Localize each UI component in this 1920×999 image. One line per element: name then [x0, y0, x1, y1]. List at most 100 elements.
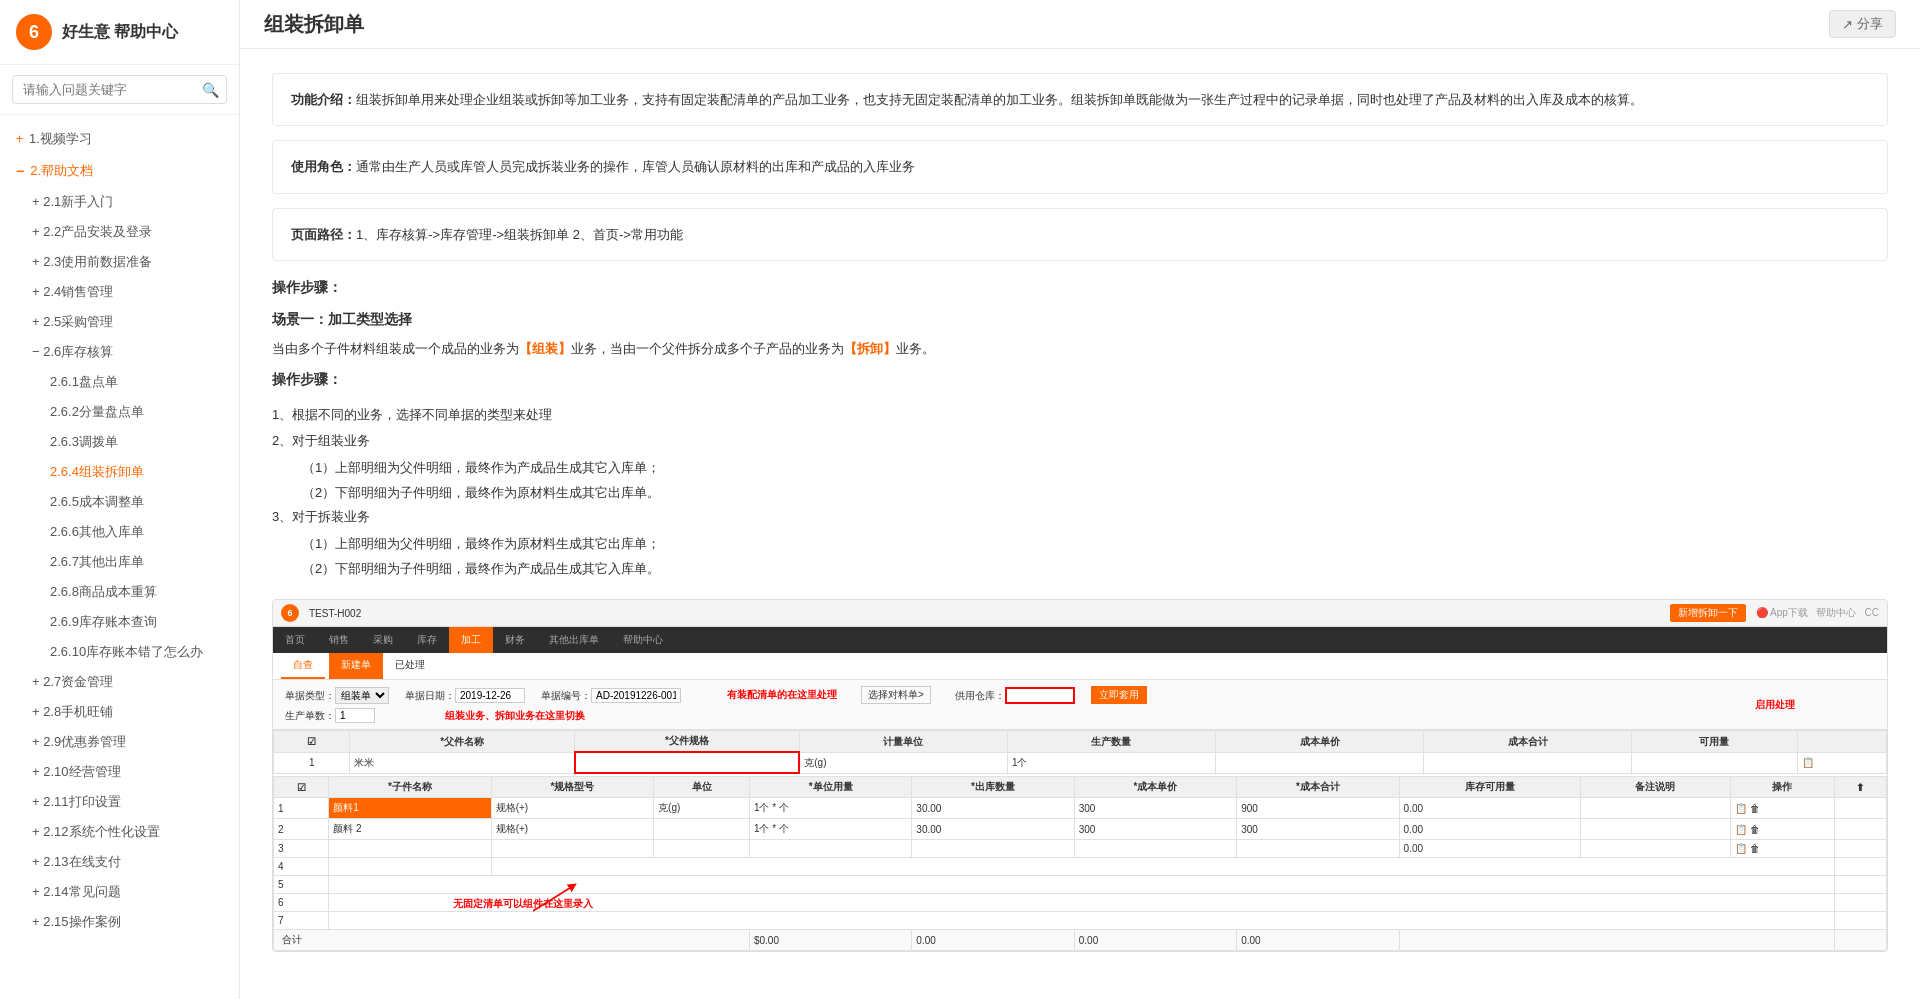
sidebar-item-docs-261[interactable]: 2.6.1盘点单 — [0, 367, 239, 397]
mock-nav-finance[interactable]: 财务 — [493, 627, 537, 653]
cell-qty1: 1个 — [1007, 752, 1215, 773]
highlight-disassemble: 【拆卸】 — [844, 341, 896, 356]
mock-appbar: 6 TEST-H002 新增拆卸一下 🔴 App下载 帮助中心 CC — [273, 600, 1887, 627]
page-title: 组装拆卸单 — [264, 11, 364, 38]
lrow2-ctotal: 300 — [1237, 819, 1399, 840]
mock-field-docnum: 单据编号： — [541, 688, 681, 703]
ops-title: 操作步骤： — [272, 279, 1888, 297]
sidebar-item-docs-265[interactable]: 2.6.5成本调整单 — [0, 487, 239, 517]
mock-nav-purchase[interactable]: 采购 — [361, 627, 405, 653]
sidebar-item-docs-214[interactable]: + 2.14常见问题 — [0, 877, 239, 907]
lrow1-avail: 0.00 — [1399, 798, 1580, 819]
search-input[interactable] — [12, 75, 227, 104]
lcol-ops: 操作 — [1731, 777, 1835, 798]
sidebar-item-docs-21[interactable]: + 2.1新手入门 — [0, 187, 239, 217]
sidebar-item-docs-25[interactable]: + 2.5采购管理 — [0, 307, 239, 337]
mock-lower-thead: ☑ *子件名称 *规格型号 单位 *单位用量 *出库数量 *成本单价 *成本合计… — [274, 777, 1887, 798]
mock-apply-btn[interactable]: 立即套用 — [1091, 686, 1147, 704]
sidebar-item-docs-2610[interactable]: 2.6.10库存账本错了怎么办 — [0, 637, 239, 667]
mock-nav-process[interactable]: 加工 — [449, 627, 493, 653]
annot-text-1: 有装配清单的在这里处理 — [727, 688, 837, 702]
mock-select-doctype[interactable]: 组装单 — [335, 687, 389, 704]
expand-icon-215: + — [32, 914, 43, 929]
expand-icon-25: + — [32, 314, 43, 329]
share-button[interactable]: ↗ 分享 — [1829, 10, 1896, 38]
mock-nav-home[interactable]: 首页 — [273, 627, 317, 653]
lcol-total: *出库数量 — [912, 777, 1074, 798]
mock-tab-done[interactable]: 已处理 — [383, 653, 437, 679]
sidebar-item-docs-215[interactable]: + 2.15操作案例 — [0, 907, 239, 937]
sidebar-item-docs-264[interactable]: 2.6.4组装拆卸单 — [0, 457, 239, 487]
lrow4-rest — [491, 858, 1834, 876]
lcol-unit: 单位 — [654, 777, 750, 798]
scene1-title: 场景一：加工类型选择 — [272, 311, 1888, 329]
sidebar-item-docs[interactable]: − 2.帮助文档 — [0, 155, 239, 187]
lcol-check: ☑ — [274, 777, 329, 798]
mock-tab-self[interactable]: 自查 — [281, 653, 325, 679]
sidebar-item-docs-211[interactable]: + 2.11打印设置 — [0, 787, 239, 817]
lcol-name: *子件名称 — [329, 777, 491, 798]
sidebar-item-docs-266[interactable]: 2.6.6其他入库单 — [0, 517, 239, 547]
sidebar-item-docs-267[interactable]: 2.6.7其他出库单 — [0, 547, 239, 577]
cell-total1 — [1424, 752, 1632, 773]
mock-lower-row5: 5 — [274, 876, 1887, 894]
search-icon: 🔍 — [202, 82, 219, 98]
sidebar-item-docs-22[interactable]: + 2.2产品安装及登录 — [0, 217, 239, 247]
mock-input-date[interactable] — [455, 688, 525, 703]
mock-input-count[interactable] — [335, 708, 375, 723]
lcol-avail: 库存可用量 — [1399, 777, 1580, 798]
mock-field-doctype: 单据类型：组装单 — [285, 687, 389, 704]
mock-lower-table: ☑ *子件名称 *规格型号 单位 *单位用量 *出库数量 *成本单价 *成本合计… — [273, 776, 1887, 951]
mock-lower-row2: 2 颜料 2 规格(+) 1个 * 个 30.00 300 300 0.00 — [274, 819, 1887, 840]
sidebar-item-docs-28[interactable]: + 2.8手机旺铺 — [0, 697, 239, 727]
mock-field-count: 生产单数： — [285, 708, 375, 723]
lrow5-check: 5 — [274, 876, 329, 894]
sidebar-item-docs-213[interactable]: + 2.13在线支付 — [0, 847, 239, 877]
sidebar-item-video[interactable]: + 1.视频学习 — [0, 123, 239, 155]
mock-select-bom[interactable]: 选择对料单> — [861, 686, 931, 704]
mock-input-ware[interactable] — [1005, 687, 1075, 704]
sidebar-item-docs-212[interactable]: + 2.12系统个性化设置 — [0, 817, 239, 847]
mock-nav-help[interactable]: 帮助中心 — [611, 627, 675, 653]
sidebar-item-docs-27[interactable]: + 2.7资金管理 — [0, 667, 239, 697]
intro-label: 功能介绍： — [291, 92, 356, 107]
foot-icon — [1834, 930, 1886, 951]
expand-icon-23: + — [32, 254, 43, 269]
cell-sku1-highlight — [575, 752, 800, 773]
sidebar-item-docs-29[interactable]: + 2.9优惠券管理 — [0, 727, 239, 757]
col-cost1: 成本单价 — [1215, 731, 1423, 753]
sidebar-item-docs-24[interactable]: + 2.4销售管理 — [0, 277, 239, 307]
role-text: 通常由生产人员或库管人员完成拆装业务的操作，库管人员确认原材料的出库和产成品的入… — [356, 159, 915, 174]
intro-text: 组装拆卸单用来处理企业组装或拆卸等加工业务，支持有固定装配清单的产品加工业务，也… — [356, 92, 1643, 107]
cell-cost1 — [1215, 752, 1423, 773]
sidebar-item-docs-262[interactable]: 2.6.2分量盘点单 — [0, 397, 239, 427]
foot-out: 0.00 — [912, 930, 1074, 951]
intro-block: 功能介绍：组装拆卸单用来处理企业组装或拆卸等加工业务，支持有固定装配清单的产品加… — [272, 73, 1888, 126]
lrow5-rest — [329, 876, 1835, 894]
foot-qty: $0.00 — [749, 930, 911, 951]
cell-name1: 米米 — [350, 752, 575, 773]
sidebar-item-docs-26[interactable]: − 2.6库存核算 — [0, 337, 239, 367]
foot-cost: 0.00 — [1074, 930, 1236, 951]
sidebar-item-docs-269[interactable]: 2.6.9库存账本查询 — [0, 607, 239, 637]
lcol-cost: *成本单价 — [1074, 777, 1236, 798]
mock-nav-inventory[interactable]: 库存 — [405, 627, 449, 653]
mock-navbar: 首页 销售 采购 库存 加工 财务 其他出库单 帮助中心 — [273, 627, 1887, 653]
sidebar-item-docs-268[interactable]: 2.6.8商品成本重算 — [0, 577, 239, 607]
mock-form-area: 单据类型：组装单 单据日期： 单据编号： 有装配清单的在这里处理 选择对料单> … — [273, 680, 1887, 730]
sidebar-item-docs-23[interactable]: + 2.3使用前数据准备 — [0, 247, 239, 277]
mock-new-btn[interactable]: 新增拆卸一下 — [1670, 604, 1746, 622]
mock-input-docnum[interactable] — [591, 688, 681, 703]
lrow5-icon — [1834, 876, 1886, 894]
sidebar-item-docs-263[interactable]: 2.6.3调拨单 — [0, 427, 239, 457]
mock-form-row2: 生产单数： 组装业务、拆卸业务在这里切换 启用处理 — [285, 708, 1875, 723]
lrow2-avail: 0.00 — [1399, 819, 1580, 840]
expand-icon-214: + — [32, 884, 43, 899]
mock-nav-other[interactable]: 其他出库单 — [537, 627, 611, 653]
sidebar-item-docs-210[interactable]: + 2.10经营管理 — [0, 757, 239, 787]
mock-tab-new[interactable]: 新建单 — [329, 653, 383, 679]
col-sku1: *父件规格 — [575, 731, 800, 753]
nav-tree: + 1.视频学习 − 2.帮助文档 + 2.1新手入门 + 2.2产品安装及登录… — [0, 115, 239, 999]
collapse-icon: − — [16, 163, 24, 179]
mock-nav-sales[interactable]: 销售 — [317, 627, 361, 653]
